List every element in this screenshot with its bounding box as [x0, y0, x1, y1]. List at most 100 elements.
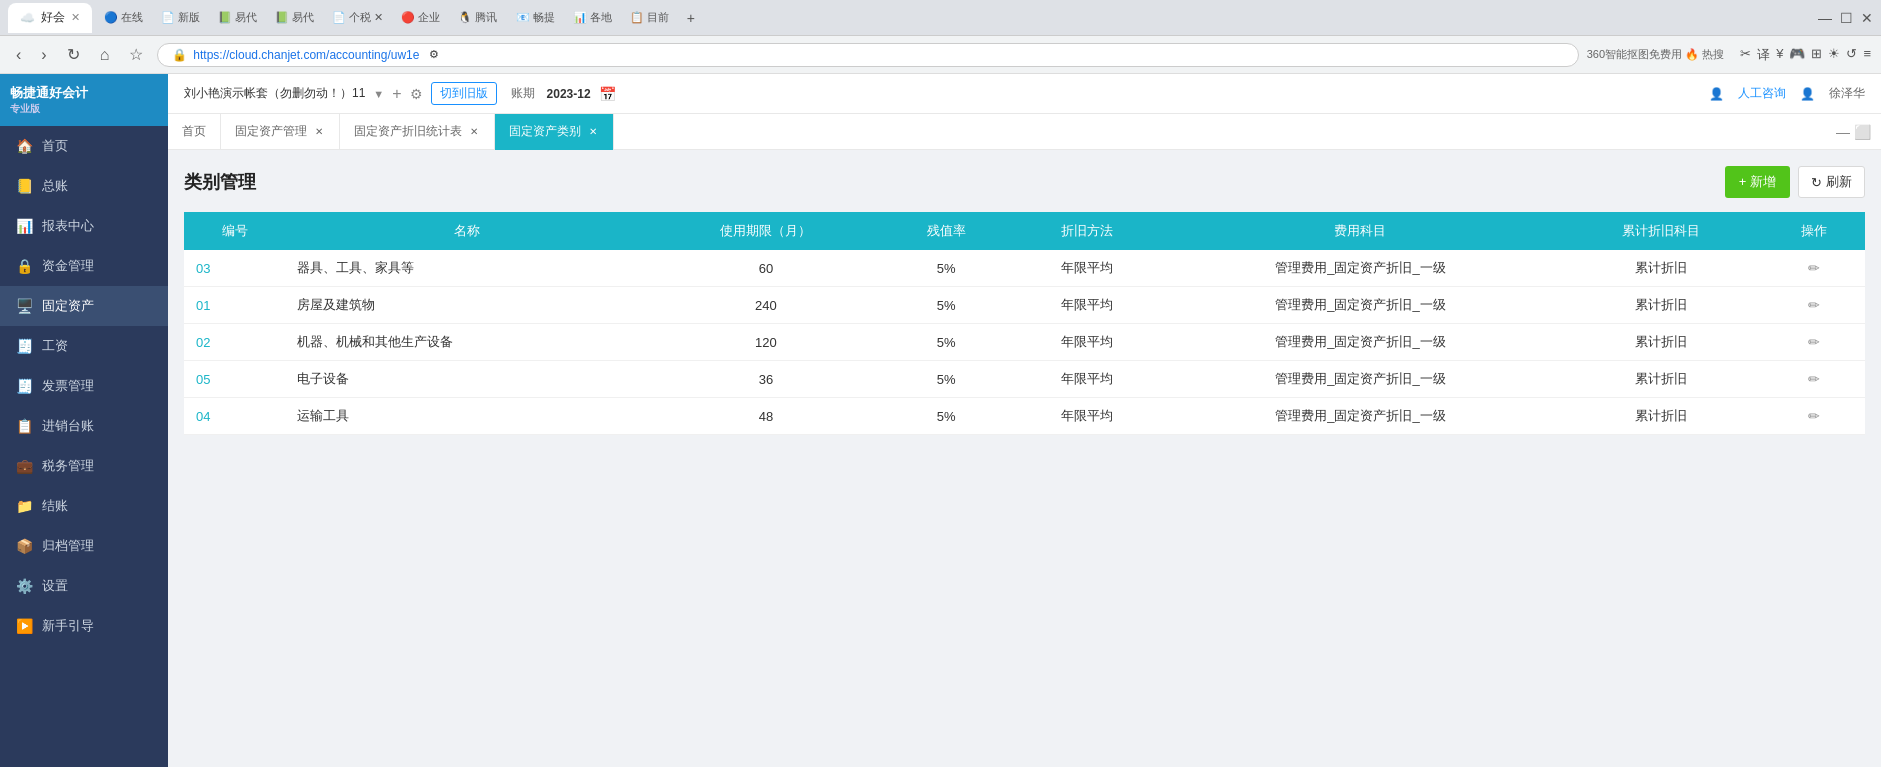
cell-name: 机器、机械和其他生产设备	[285, 324, 649, 361]
cell-name: 器具、工具、家具等	[285, 250, 649, 287]
browser-tab-4[interactable]: 📗 易代	[267, 8, 322, 27]
table-row: 03 器具、工具、家具等 60 5% 年限平均 管理费用_固定资产折旧_一级 累…	[184, 250, 1865, 287]
tab-window-maximize[interactable]: ⬜	[1854, 124, 1871, 140]
sidebar-item-fund[interactable]: 🔒 资金管理	[0, 246, 168, 286]
sidebar-item-settings[interactable]: ⚙️ 设置	[0, 566, 168, 606]
table-row: 05 电子设备 36 5% 年限平均 管理费用_固定资产折旧_一级 累计折旧 ✏	[184, 361, 1865, 398]
tab-fixed-asset-depr[interactable]: 固定资产折旧统计表 ✕	[340, 114, 495, 150]
sidebar-item-archive[interactable]: 📦 归档管理	[0, 526, 168, 566]
tab-home[interactable]: 首页	[168, 114, 221, 150]
cell-name: 房屋及建筑物	[285, 287, 649, 324]
menu-btn[interactable]: ≡	[1863, 46, 1871, 64]
table-row: 04 运输工具 48 5% 年限平均 管理费用_固定资产折旧_一级 累计折旧 ✏	[184, 398, 1865, 435]
invoice-icon: 🧾	[16, 378, 32, 394]
main-content: 刘小艳演示帐套（勿删勿动！）11 ▼ + ⚙ 切到旧版 账期 2023-12 📅…	[168, 74, 1881, 767]
edit-icon[interactable]: ✏	[1808, 260, 1820, 276]
tab-close-icon[interactable]: ✕	[71, 11, 80, 24]
sidebar-item-stock[interactable]: 📋 进销台账	[0, 406, 168, 446]
minimize-btn[interactable]: —	[1818, 10, 1832, 26]
browser-tab-6[interactable]: 📄 个税 ✕	[324, 8, 391, 27]
game-tool[interactable]: 🎮	[1789, 46, 1805, 64]
translate-tool[interactable]: 译	[1757, 46, 1770, 64]
grid-tool[interactable]: ⊞	[1811, 46, 1822, 64]
cut-tool[interactable]: ✂	[1740, 46, 1751, 64]
sidebar-label-ledger: 总账	[42, 177, 68, 195]
page-title-row: 类别管理 + 新增 ↻ 刷新	[184, 166, 1865, 198]
logo-subtext: 专业版	[10, 102, 88, 116]
cell-action[interactable]: ✏	[1764, 361, 1865, 398]
home-btn[interactable]: ⌂	[94, 42, 116, 68]
browser-tab-8[interactable]: 🐧 腾讯	[450, 8, 505, 27]
header-right: 👤 人工咨询 👤 徐泽华	[1709, 85, 1865, 102]
tab-fixed-asset-category[interactable]: 固定资产类别 ✕	[495, 114, 614, 150]
table-row: 02 机器、机械和其他生产设备 120 5% 年限平均 管理费用_固定资产折旧_…	[184, 324, 1865, 361]
account-dropdown-icon[interactable]: ▼	[373, 88, 384, 100]
browser-tab-1[interactable]: 🔵 在线	[96, 8, 151, 27]
browser-tab-active[interactable]: ☁️ 好会 ✕	[8, 3, 92, 33]
cell-residual: 5%	[882, 361, 1010, 398]
browser-tab-3[interactable]: 📗 易代	[210, 8, 265, 27]
col-header-id: 编号	[184, 212, 285, 250]
service-label[interactable]: 人工咨询	[1738, 85, 1786, 102]
sidebar: 畅捷通好会计 专业版 🏠 首页 📒 总账 📊 报表中心 🔒 资金管理 🖥️ 固定…	[0, 74, 168, 767]
add-button[interactable]: + 新增	[1725, 166, 1790, 198]
cell-expense-account: 管理费用_固定资产折旧_一级	[1164, 287, 1558, 324]
cell-action[interactable]: ✏	[1764, 324, 1865, 361]
bookmark-btn[interactable]: ☆	[123, 41, 149, 68]
undo-tool[interactable]: ↺	[1846, 46, 1857, 64]
sidebar-item-fixed-asset[interactable]: 🖥️ 固定资产	[0, 286, 168, 326]
maximize-btn[interactable]: ☐	[1840, 10, 1853, 26]
browser-tab-11[interactable]: 📋 目前	[622, 8, 677, 27]
service-icon: 👤	[1709, 87, 1724, 101]
sidebar-item-payroll[interactable]: 🧾 工资	[0, 326, 168, 366]
cell-accum-account: 累计折旧	[1557, 324, 1763, 361]
edit-icon[interactable]: ✏	[1808, 334, 1820, 350]
sidebar-item-tax[interactable]: 💼 税务管理	[0, 446, 168, 486]
browser-tab-7[interactable]: 🔴 企业	[393, 8, 448, 27]
col-header-residual: 残值率	[882, 212, 1010, 250]
browser-tab-9[interactable]: 📧 畅提	[508, 8, 563, 27]
back-btn[interactable]: ‹	[10, 42, 27, 68]
switch-version-btn[interactable]: 切到旧版	[431, 82, 497, 105]
refresh-button[interactable]: ↻ 刷新	[1798, 166, 1865, 198]
tab-fixed-asset-mgmt-close[interactable]: ✕	[313, 126, 325, 137]
refresh-btn[interactable]: ↻	[61, 41, 86, 68]
sidebar-item-guide[interactable]: ▶️ 新手引导	[0, 606, 168, 646]
cell-action[interactable]: ✏	[1764, 250, 1865, 287]
sidebar-item-ledger[interactable]: 📒 总账	[0, 166, 168, 206]
username-label: 徐泽华	[1829, 85, 1865, 102]
browser-tab-2[interactable]: 📄 新版	[153, 8, 208, 27]
ledger-icon: 📒	[16, 178, 32, 194]
calendar-icon[interactable]: 📅	[599, 86, 616, 102]
edit-icon[interactable]: ✏	[1808, 371, 1820, 387]
coupon-tool[interactable]: ¥	[1776, 46, 1783, 64]
edit-icon[interactable]: ✏	[1808, 408, 1820, 424]
cell-expense-account: 管理费用_固定资产折旧_一级	[1164, 398, 1558, 435]
close-btn[interactable]: ✕	[1861, 10, 1873, 26]
sidebar-item-report[interactable]: 📊 报表中心	[0, 206, 168, 246]
cell-action[interactable]: ✏	[1764, 287, 1865, 324]
fixed-asset-icon: 🖥️	[16, 298, 32, 314]
add-account-btn[interactable]: +	[392, 85, 401, 103]
cell-action[interactable]: ✏	[1764, 398, 1865, 435]
app-header: 刘小艳演示帐套（勿删勿动！）11 ▼ + ⚙ 切到旧版 账期 2023-12 📅…	[168, 74, 1881, 114]
sidebar-item-home[interactable]: 🏠 首页	[0, 126, 168, 166]
url-bar[interactable]: 🔒 https://cloud.chanjet.com/accounting/u…	[157, 43, 1578, 67]
tab-window-minimize[interactable]: —	[1836, 124, 1850, 140]
tab-fixed-asset-mgmt[interactable]: 固定资产管理 ✕	[221, 114, 340, 150]
brightness-tool[interactable]: ☀	[1828, 46, 1840, 64]
tab-fixed-asset-depr-close[interactable]: ✕	[468, 126, 480, 137]
tab-fixed-asset-category-close[interactable]: ✕	[587, 126, 599, 137]
settings-cog-icon[interactable]: ⚙	[410, 86, 423, 102]
guide-icon: ▶️	[16, 618, 32, 634]
col-header-period: 使用期限（月）	[650, 212, 883, 250]
sidebar-label-fixed-asset: 固定资产	[42, 297, 94, 315]
edit-icon[interactable]: ✏	[1808, 297, 1820, 313]
refresh-label: 刷新	[1826, 173, 1852, 191]
browser-tab-10[interactable]: 📊 各地	[565, 8, 620, 27]
new-tab-btn[interactable]: +	[679, 8, 703, 28]
sidebar-item-invoice[interactable]: 🧾 发票管理	[0, 366, 168, 406]
sidebar-item-closing[interactable]: 📁 结账	[0, 486, 168, 526]
cell-expense-account: 管理费用_固定资产折旧_一级	[1164, 361, 1558, 398]
forward-btn[interactable]: ›	[35, 42, 52, 68]
